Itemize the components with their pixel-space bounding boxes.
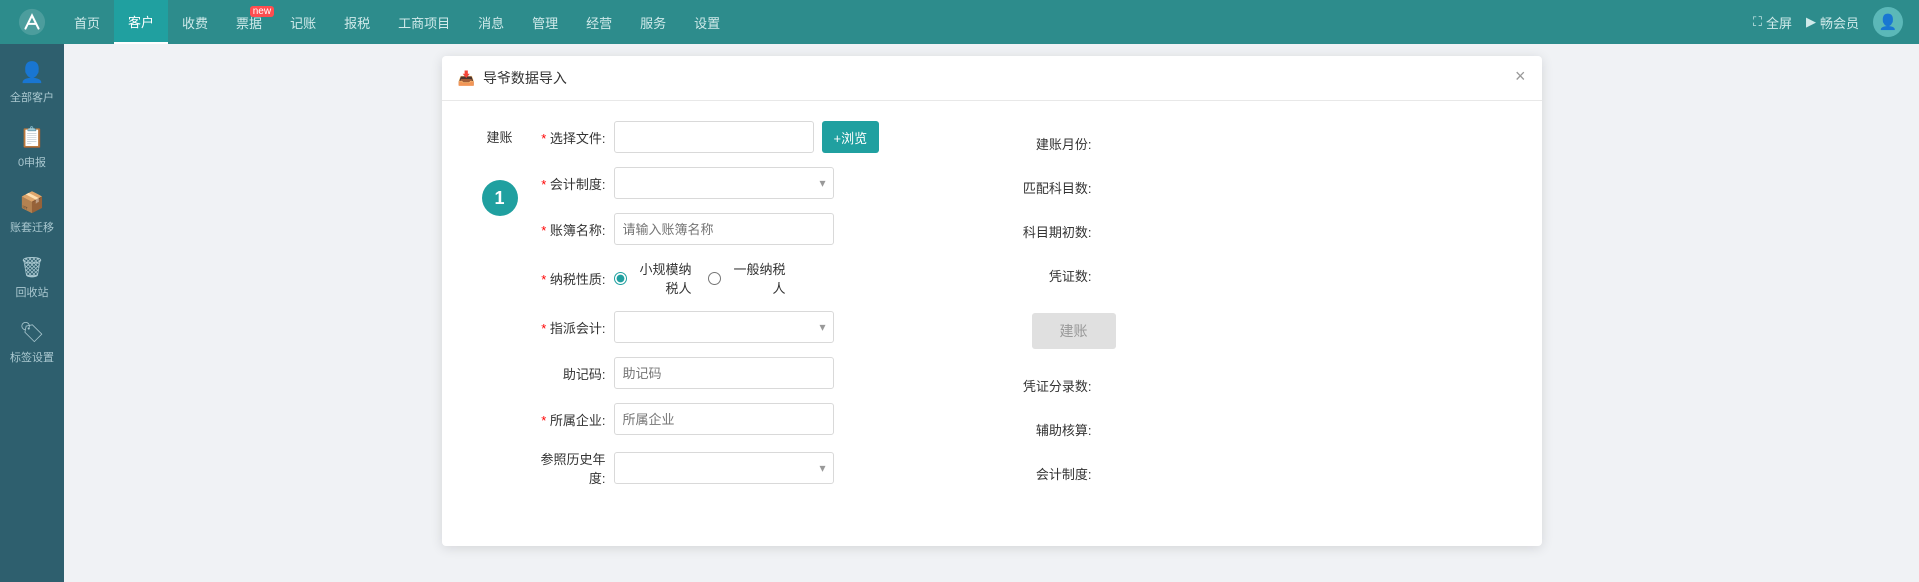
sidebar-item-all-clients[interactable]: 👤 全部客户 (0, 52, 64, 113)
avatar[interactable]: 👤 (1873, 7, 1903, 37)
accounting2-label: 会计制度: (1002, 464, 1092, 483)
sidebar: 👤 全部客户 📋 0申报 📦 账套迁移 🗑 回收站 🏷 标签设置 (0, 44, 64, 582)
accountant-select[interactable] (614, 311, 834, 343)
form-row-memo: 助记码: (528, 357, 880, 389)
accounting-label: 会计制度: (528, 174, 606, 193)
form-row-company: 所属企业: (528, 403, 880, 435)
dialog-body: 建账 1 选择文件: +浏览 会计制度: (442, 101, 1542, 519)
form-row-accountant: 指派会计: (528, 311, 880, 343)
memo-code-input[interactable] (614, 357, 834, 389)
radio-general-input[interactable] (708, 272, 721, 285)
step-badge: 1 (482, 180, 518, 216)
logo (10, 0, 54, 44)
tag-settings-icon: 🏷 (19, 320, 44, 345)
nav-item-management[interactable]: 管理 (518, 0, 572, 44)
nav-item-billing[interactable]: 收费 (168, 0, 222, 44)
nav-item-operation[interactable]: 经营 (572, 0, 626, 44)
memo-label: 助记码: (528, 364, 606, 383)
import-icon: 📥 (458, 70, 475, 87)
voucher-entry-label: 凭证分录数: (1002, 376, 1092, 395)
info-row-aux-calc: 辅助核算: (1002, 411, 1522, 447)
file-label: 选择文件: (528, 128, 606, 147)
form-row-file: 选择文件: +浏览 (528, 121, 880, 153)
fullscreen-icon: ⛶ (1753, 14, 1762, 30)
info-row-voucher-entry: 凭证分录数: (1002, 367, 1522, 403)
nav-item-service[interactable]: 服务 (626, 0, 680, 44)
sidebar-item-migration[interactable]: 📦 账套迁移 (0, 182, 64, 243)
history-select-wrap (614, 452, 834, 484)
ledger-label: 账簿名称: (528, 220, 606, 239)
form-row-tax: 纳税性质: 小规模纳税人 一般纳税人 (528, 259, 880, 297)
aux-calc-label: 辅助核算: (1002, 420, 1092, 439)
browse-button[interactable]: +浏览 (822, 121, 880, 153)
dialog: 📥 导爷数据导入 × 建账 1 选择文件: (442, 56, 1542, 546)
vip-icon: ▶ (1806, 14, 1816, 30)
info-row-build-month: 建账月份: (1002, 125, 1522, 161)
jianzhang-label: 建账 (486, 127, 512, 146)
nav-items: 首页 客户 收费 票据 new 记账 报税 工商项目 消息 管理 经营 (60, 0, 1753, 44)
form-row-history: 参照历史年度: (528, 449, 880, 487)
match-subject-label: 匹配科目数: (1002, 178, 1092, 197)
nav-item-invoice[interactable]: 票据 new (222, 0, 276, 44)
radio-small-input[interactable] (614, 272, 627, 285)
nav-item-business[interactable]: 工商项目 (384, 0, 464, 44)
form-row-ledger: 账簿名称: (528, 213, 880, 245)
migration-icon: 📦 (20, 190, 45, 215)
accounting-select-wrap (614, 167, 834, 199)
nav-item-client[interactable]: 客户 (114, 0, 168, 44)
all-clients-icon: 👤 (20, 60, 45, 85)
nav-item-message[interactable]: 消息 (464, 0, 518, 44)
history-label: 参照历史年度: (528, 449, 606, 487)
sidebar-item-declaration[interactable]: 📋 0申报 (0, 117, 64, 178)
history-select[interactable] (614, 452, 834, 484)
accountant-select-wrap (614, 311, 834, 343)
avatar-icon: 👤 (1879, 13, 1898, 31)
declaration-icon: 📋 (20, 125, 45, 150)
radio-group-tax: 小规模纳税人 一般纳税人 (614, 259, 786, 297)
ledger-name-input[interactable] (614, 213, 834, 245)
form-row-accounting: 会计制度: (528, 167, 880, 199)
sidebar-item-recycle[interactable]: 🗑 回收站 (0, 247, 64, 308)
recycle-icon: 🗑 (19, 255, 44, 280)
new-badge: new (250, 6, 274, 17)
main-layout: 👤 全部客户 📋 0申报 📦 账套迁移 🗑 回收站 🏷 标签设置 📥 导爷数据导… (0, 44, 1919, 582)
build-button[interactable]: 建账 (1032, 313, 1116, 349)
fullscreen-button[interactable]: ⛶ 全屏 (1753, 13, 1792, 32)
tax-label: 纳税性质: (528, 269, 606, 288)
build-month-label: 建账月份: (1002, 134, 1092, 153)
form-section-left: 建账 1 选择文件: +浏览 会计制度: (482, 121, 962, 499)
company-label: 所属企业: (528, 410, 606, 429)
nav-right: ⛶ 全屏 ▶ 畅会员 👤 (1753, 7, 1919, 37)
nav-item-tax[interactable]: 报税 (330, 0, 384, 44)
top-nav: 首页 客户 收费 票据 new 记账 报税 工商项目 消息 管理 经营 (0, 0, 1919, 44)
form-section-right: 建账月份: 匹配科目数: 科目期初数: 凭证数: (962, 121, 1522, 499)
radio-small-taxpayer[interactable]: 小规模纳税人 (614, 259, 692, 297)
form-grid: 选择文件: +浏览 会计制度: (528, 121, 880, 487)
info-row-match-subject: 匹配科目数: (1002, 169, 1522, 205)
company-input[interactable] (614, 403, 834, 435)
sidebar-item-tag-settings[interactable]: 🏷 标签设置 (0, 312, 64, 373)
nav-item-ledger[interactable]: 记账 (276, 0, 330, 44)
radio-general-taxpayer[interactable]: 一般纳税人 (708, 259, 786, 297)
file-input[interactable] (614, 121, 814, 153)
voucher-label: 凭证数: (1002, 266, 1092, 285)
info-row-voucher: 凭证数: (1002, 257, 1522, 293)
subject-initial-label: 科目期初数: (1002, 222, 1092, 241)
vip-button[interactable]: ▶ 畅会员 (1806, 13, 1859, 32)
content-area: 📥 导爷数据导入 × 建账 1 选择文件: (64, 44, 1919, 582)
info-row-accounting2: 会计制度: (1002, 455, 1522, 491)
close-button[interactable]: × (1515, 66, 1526, 87)
info-row-subject-initial: 科目期初数: (1002, 213, 1522, 249)
dialog-header: 📥 导爷数据导入 × (442, 56, 1542, 101)
nav-item-home[interactable]: 首页 (60, 0, 114, 44)
nav-item-settings[interactable]: 设置 (680, 0, 734, 44)
dialog-title: 导爷数据导入 (483, 68, 567, 88)
accounting-select[interactable] (614, 167, 834, 199)
accountant-label: 指派会计: (528, 318, 606, 337)
